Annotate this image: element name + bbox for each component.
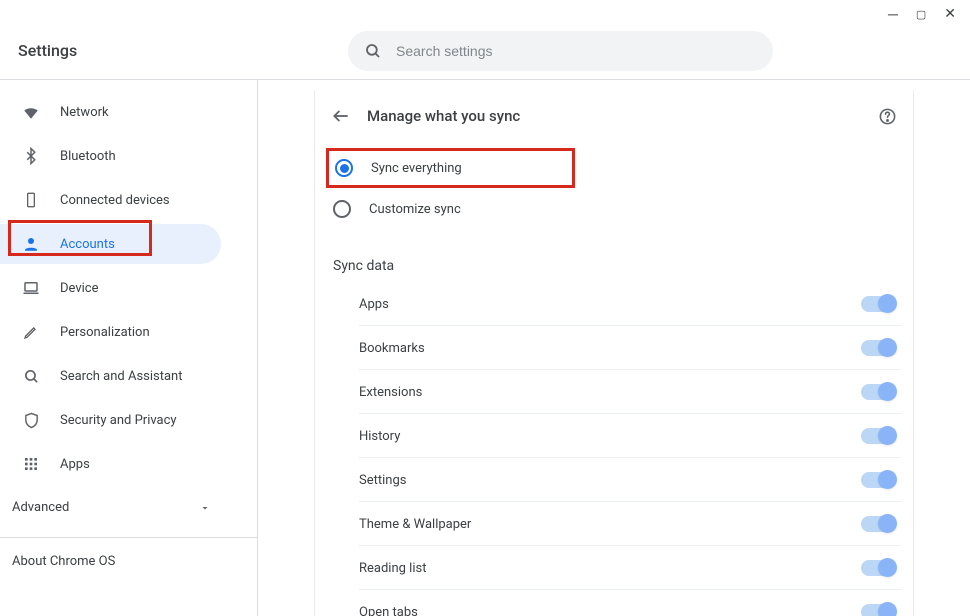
sync-panel: Manage what you sync Sync everything Cus… bbox=[314, 90, 914, 616]
maximize-button[interactable]: ▢ bbox=[916, 8, 926, 21]
search-input[interactable] bbox=[396, 43, 757, 59]
window-controls: ─ ▢ ✕ bbox=[0, 0, 970, 22]
row-label: Apps bbox=[359, 297, 389, 312]
laptop-icon bbox=[22, 279, 40, 297]
sidebar-item-label: Personalization bbox=[60, 325, 150, 340]
sidebar-item-search-assistant[interactable]: Search and Assistant bbox=[0, 356, 221, 396]
wifi-icon bbox=[22, 103, 40, 121]
row-label: Settings bbox=[359, 473, 406, 488]
sidebar-about[interactable]: About Chrome OS bbox=[0, 538, 257, 585]
content-area: Manage what you sync Sync everything Cus… bbox=[258, 80, 970, 616]
pencil-icon bbox=[22, 324, 40, 340]
shield-icon bbox=[22, 412, 40, 429]
toggle-open-tabs[interactable] bbox=[861, 604, 895, 616]
bluetooth-icon bbox=[22, 147, 40, 165]
toggle-apps[interactable] bbox=[861, 296, 895, 312]
person-icon bbox=[22, 235, 40, 253]
phone-icon bbox=[22, 192, 40, 208]
sidebar-item-label: Apps bbox=[60, 457, 90, 472]
radio-row-customize[interactable]: Customize sync bbox=[327, 188, 901, 230]
toggle-history[interactable] bbox=[861, 428, 895, 444]
sidebar-item-label: Security and Privacy bbox=[60, 413, 177, 428]
row-label: Theme & Wallpaper bbox=[359, 517, 471, 532]
sidebar-advanced[interactable]: Advanced bbox=[0, 488, 257, 527]
sidebar-item-device[interactable]: Device bbox=[0, 268, 221, 308]
advanced-label: Advanced bbox=[12, 500, 69, 515]
radio-customize-sync[interactable] bbox=[333, 200, 351, 218]
sidebar-item-security[interactable]: Security and Privacy bbox=[0, 400, 221, 440]
sidebar-item-label: Connected devices bbox=[60, 193, 170, 208]
sidebar: Network Bluetooth Connected devices Acco… bbox=[0, 80, 258, 616]
sidebar-item-label: Network bbox=[60, 105, 109, 120]
row-label: Extensions bbox=[359, 385, 422, 400]
help-button[interactable] bbox=[878, 107, 897, 126]
sync-row-extensions: Extensions bbox=[359, 370, 901, 414]
row-label: History bbox=[359, 429, 400, 444]
sync-row-apps: Apps bbox=[359, 282, 901, 326]
radio-label-customize: Customize sync bbox=[369, 202, 461, 217]
highlight-sync-everything: Sync everything bbox=[326, 148, 575, 188]
sidebar-item-network[interactable]: Network bbox=[0, 92, 221, 132]
close-button[interactable]: ✕ bbox=[944, 6, 956, 22]
search-icon bbox=[364, 42, 382, 60]
section-sync-data: Sync data bbox=[327, 230, 901, 278]
about-label: About Chrome OS bbox=[12, 554, 115, 569]
sync-row-bookmarks: Bookmarks bbox=[359, 326, 901, 370]
toggle-theme[interactable] bbox=[861, 516, 895, 532]
apps-grid-icon bbox=[22, 456, 40, 472]
sync-row-reading-list: Reading list bbox=[359, 546, 901, 590]
toggle-extensions[interactable] bbox=[861, 384, 895, 400]
sync-row-open-tabs: Open tabs bbox=[359, 590, 901, 616]
panel-title: Manage what you sync bbox=[367, 107, 862, 125]
row-label: Bookmarks bbox=[359, 341, 425, 356]
sync-row-settings: Settings bbox=[359, 458, 901, 502]
app-header: Settings bbox=[0, 22, 970, 80]
sidebar-item-label: Device bbox=[60, 281, 99, 296]
sidebar-item-apps[interactable]: Apps bbox=[0, 444, 221, 484]
sidebar-item-label: Accounts bbox=[60, 237, 115, 252]
back-button[interactable] bbox=[331, 106, 351, 126]
sidebar-item-personalization[interactable]: Personalization bbox=[0, 312, 221, 352]
search-box[interactable] bbox=[348, 31, 773, 71]
row-label: Reading list bbox=[359, 561, 426, 576]
minimize-button[interactable]: ─ bbox=[888, 6, 898, 23]
search-icon bbox=[22, 368, 40, 385]
sidebar-item-devices[interactable]: Connected devices bbox=[0, 180, 221, 220]
sync-row-history: History bbox=[359, 414, 901, 458]
toggle-settings[interactable] bbox=[861, 472, 895, 488]
sidebar-item-accounts[interactable]: Accounts bbox=[0, 224, 221, 264]
page-title: Settings bbox=[18, 41, 348, 60]
row-label: Open tabs bbox=[359, 605, 418, 616]
radio-label-sync-everything: Sync everything bbox=[371, 161, 462, 176]
sidebar-item-label: Bluetooth bbox=[60, 149, 116, 164]
sidebar-item-bluetooth[interactable]: Bluetooth bbox=[0, 136, 221, 176]
sync-data-list: Apps Bookmarks Extensions History Settin… bbox=[327, 278, 901, 616]
chevron-down-icon bbox=[199, 502, 211, 514]
toggle-bookmarks[interactable] bbox=[861, 340, 895, 356]
sidebar-item-label: Search and Assistant bbox=[60, 369, 183, 384]
toggle-reading-list[interactable] bbox=[861, 560, 895, 576]
radio-sync-everything[interactable] bbox=[335, 159, 353, 177]
sync-row-theme: Theme & Wallpaper bbox=[359, 502, 901, 546]
